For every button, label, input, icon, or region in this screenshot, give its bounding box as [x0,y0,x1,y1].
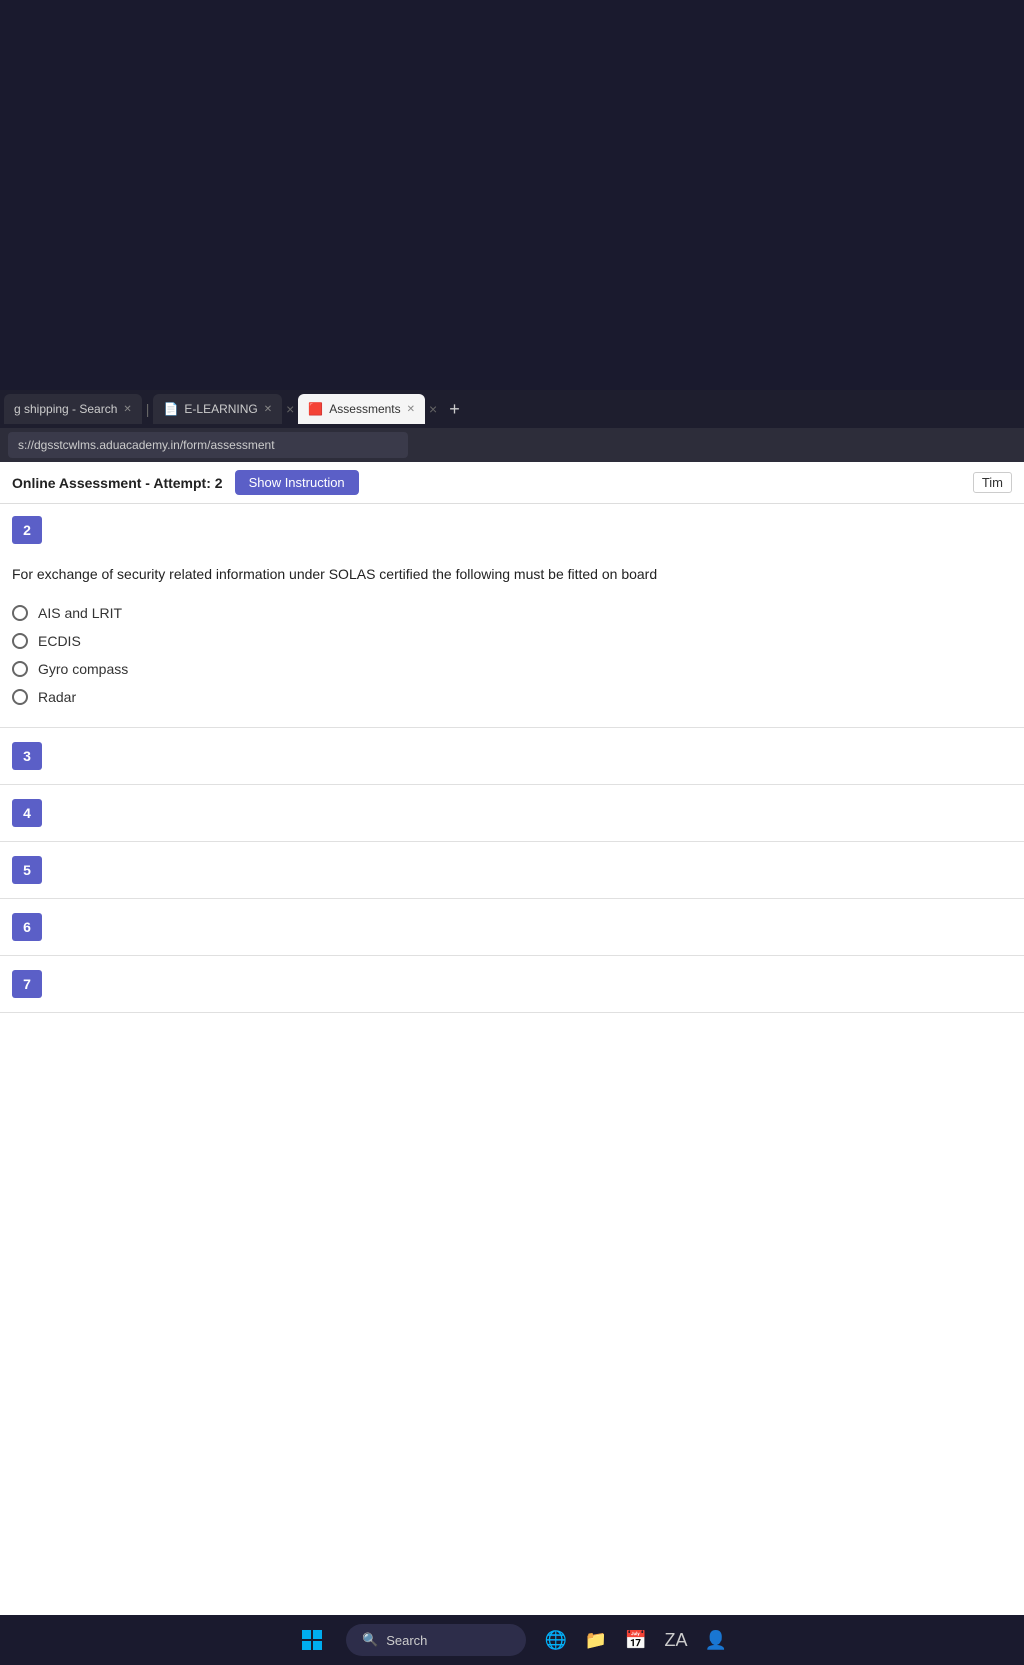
tab-separator-2: × [284,401,296,417]
taskbar-lang-icon[interactable]: ZA [662,1626,690,1654]
assessment-header: Online Assessment - Attempt: 2 Show Inst… [0,462,1024,504]
taskbar-search-icon: 🔍 [362,1632,378,1648]
option-radar-label: Radar [38,689,76,705]
radio-ecdis[interactable] [12,633,28,649]
taskbar-files-icon[interactable]: 📁 [582,1626,610,1654]
tab-assessments-icon: 🟥 [308,402,323,416]
tab-elearning[interactable]: 📄 E-LEARNING ✕ [153,394,282,424]
tab-elearning-close[interactable]: ✕ [264,404,272,415]
divider-2 [0,784,1024,785]
tab-assessments-label: Assessments [329,402,400,416]
taskbar-network-icon[interactable]: 🌐 [542,1626,570,1654]
option-ais-lrit[interactable]: AIS and LRIT [12,599,1012,627]
option-gyro-label: Gyro compass [38,661,128,677]
tab-add-button[interactable]: + [441,399,468,420]
taskbar-search-bar[interactable]: 🔍 Search [346,1624,526,1656]
tab-bar: g shipping - Search ✕ | 📄 E-LEARNING ✕ ×… [0,390,1024,428]
question-2-badge: 2 [12,516,42,544]
question-7-row: 7 [0,960,1024,1008]
question-2-options: AIS and LRIT ECDIS Gyro compass Radar [0,595,1024,723]
tab-assessments-close[interactable]: ✕ [407,404,415,415]
tab-elearning-icon: 📄 [163,402,178,416]
question-4-row: 4 [0,789,1024,837]
option-radar[interactable]: Radar [12,683,1012,711]
radio-gyro[interactable] [12,661,28,677]
main-content: 2 For exchange of security related infor… [0,504,1024,1615]
timer-display: Tim [973,472,1012,493]
question-2-text: For exchange of security related informa… [0,556,1024,595]
divider-6 [0,1012,1024,1013]
tab-shipping-label: g shipping - Search [14,402,117,416]
radio-ais-lrit[interactable] [12,605,28,621]
taskbar-search-label: Search [386,1633,427,1648]
taskbar-user-icon[interactable]: 👤 [702,1626,730,1654]
option-ecdis[interactable]: ECDIS [12,627,1012,655]
question-3-badge[interactable]: 3 [12,742,42,770]
tab-separator-3: × [427,401,439,417]
question-7-badge[interactable]: 7 [12,970,42,998]
question-6-badge[interactable]: 6 [12,913,42,941]
question-2-row: 2 [0,504,1024,556]
option-gyro[interactable]: Gyro compass [12,655,1012,683]
dark-top-area [0,0,1024,390]
question-6-row: 6 [0,903,1024,951]
question-5-row: 5 [0,846,1024,894]
question-5-badge[interactable]: 5 [12,856,42,884]
divider-3 [0,841,1024,842]
assessment-title: Online Assessment - Attempt: 2 [12,475,223,491]
divider-5 [0,955,1024,956]
taskbar: 🔍 Search 🌐 📁 📅 ZA 👤 [0,1615,1024,1665]
tab-shipping[interactable]: g shipping - Search ✕ [4,394,142,424]
option-ecdis-label: ECDIS [38,633,81,649]
divider-4 [0,898,1024,899]
taskbar-calendar-icon[interactable]: 📅 [622,1626,650,1654]
radio-radar[interactable] [12,689,28,705]
tab-assessments[interactable]: 🟥 Assessments ✕ [298,394,425,424]
show-instruction-button[interactable]: Show Instruction [235,470,359,495]
option-ais-lrit-label: AIS and LRIT [38,605,122,621]
windows-start-button[interactable] [294,1622,330,1658]
browser-chrome: g shipping - Search ✕ | 📄 E-LEARNING ✕ ×… [0,390,1024,462]
address-bar [0,428,1024,462]
question-3-row: 3 [0,732,1024,780]
tab-elearning-label: E-LEARNING [184,402,257,416]
address-input[interactable] [8,432,408,458]
taskbar-system-icons: 🌐 📁 📅 ZA 👤 [542,1626,730,1654]
tab-separator-1: | [144,401,152,417]
question-4-badge[interactable]: 4 [12,799,42,827]
windows-logo-icon [302,1630,322,1650]
tab-shipping-close[interactable]: ✕ [123,404,131,415]
divider-1 [0,727,1024,728]
